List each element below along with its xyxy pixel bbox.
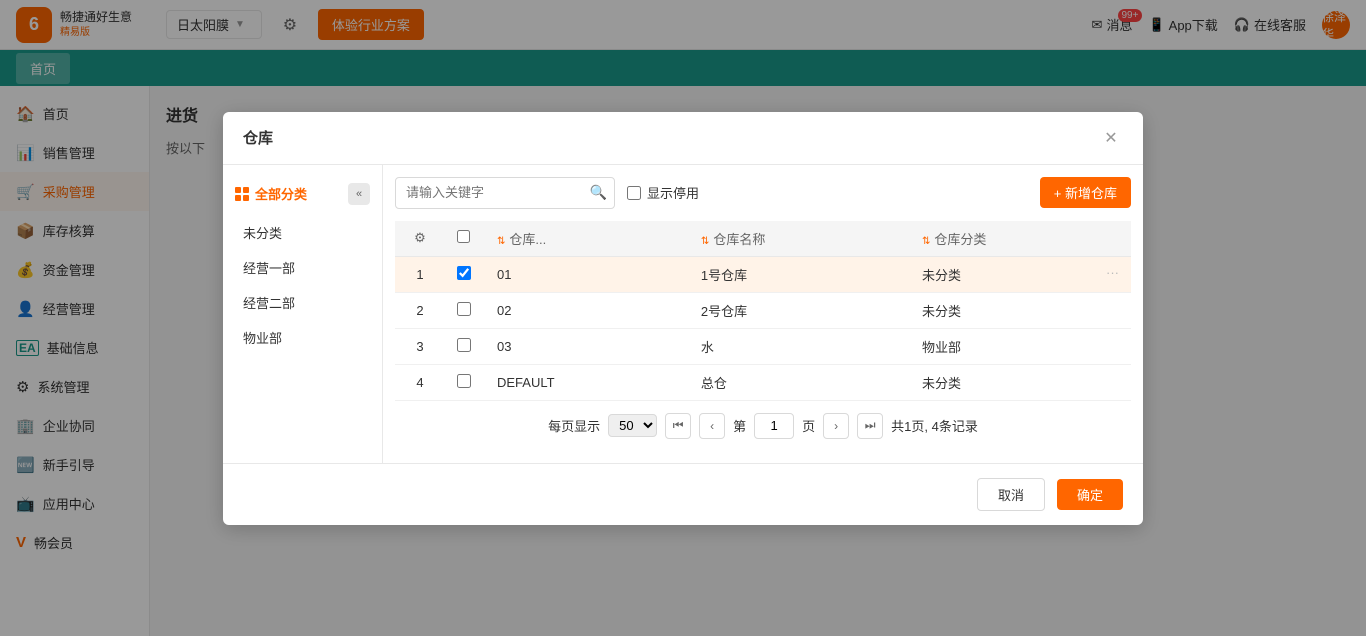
row-checkbox[interactable] (457, 266, 471, 280)
search-bar: 🔍 显示停用 + 新增仓库 (395, 177, 1131, 209)
row-number: 1 (395, 256, 445, 292)
category-panel: 全部分类 « 未分类 经营一部 经营二部 物业部 (223, 165, 383, 463)
table-row[interactable]: 4 DEFAULT 总仓 未分类 (395, 364, 1131, 400)
row-number: 3 (395, 328, 445, 364)
th-settings: ⚙ (395, 221, 445, 257)
per-page-select[interactable]: 50 (608, 414, 657, 437)
row-checkbox-cell (445, 256, 485, 292)
row-checkbox-cell (445, 292, 485, 328)
row-name: 1号仓库 (689, 256, 910, 292)
table-row[interactable]: 1 01 1号仓库 未分类··· (395, 256, 1131, 292)
warehouse-table-wrap: ⚙ ⇅仓库... ⇅仓库名称 ⇅仓库分类 1 01 1号仓库 未分类··· 2 (395, 221, 1131, 401)
th-name: ⇅仓库名称 (689, 221, 910, 257)
row-checkbox-cell (445, 328, 485, 364)
table-header-row: ⚙ ⇅仓库... ⇅仓库名称 ⇅仓库分类 (395, 221, 1131, 257)
modal-title: 仓库 (243, 127, 273, 148)
th-checkbox (445, 221, 485, 257)
search-input-wrap: 🔍 (395, 177, 615, 209)
collapse-panel-button[interactable]: « (348, 183, 370, 205)
row-checkbox[interactable] (457, 374, 471, 388)
show-disabled-label[interactable]: 显示停用 (627, 183, 699, 202)
search-input[interactable] (395, 177, 615, 209)
row-name: 水 (689, 328, 910, 364)
cancel-button[interactable]: 取消 (977, 478, 1045, 511)
warehouse-table: ⚙ ⇅仓库... ⇅仓库名称 ⇅仓库分类 1 01 1号仓库 未分类··· 2 (395, 221, 1131, 401)
row-code: 03 (485, 328, 689, 364)
category-item-dept1[interactable]: 经营一部 (223, 250, 382, 285)
row-category: 未分类··· (910, 256, 1131, 292)
prev-page-button[interactable]: ‹ (699, 413, 725, 439)
table-row[interactable]: 2 02 2号仓库 未分类 (395, 292, 1131, 328)
warehouse-list-panel: 🔍 显示停用 + 新增仓库 ⚙ (383, 165, 1143, 463)
category-item-dept2[interactable]: 经营二部 (223, 285, 382, 320)
search-icon[interactable]: 🔍 (590, 184, 607, 201)
th-code: ⇅仓库... (485, 221, 689, 257)
modal-close-button[interactable]: ✕ (1099, 126, 1123, 150)
row-action-dots[interactable]: ··· (1106, 265, 1119, 280)
add-warehouse-button[interactable]: + 新增仓库 (1040, 177, 1131, 208)
row-checkbox[interactable] (457, 302, 471, 316)
row-category: 未分类 (910, 364, 1131, 400)
sort-code-icon: ⇅ (497, 236, 505, 247)
page-number-input[interactable] (754, 413, 794, 439)
sort-category-icon: ⇅ (922, 236, 930, 247)
row-code: DEFAULT (485, 364, 689, 400)
row-number: 2 (395, 292, 445, 328)
row-name: 2号仓库 (689, 292, 910, 328)
confirm-button[interactable]: 确定 (1057, 479, 1123, 510)
th-category: ⇅仓库分类 (910, 221, 1131, 257)
grid-icon (235, 187, 249, 201)
table-row[interactable]: 3 03 水 物业部 (395, 328, 1131, 364)
warehouse-modal: 仓库 ✕ 全部分类 « 未分类 经营一部 经营二部 物业部 (223, 112, 1143, 525)
row-checkbox-cell (445, 364, 485, 400)
show-disabled-checkbox[interactable] (627, 186, 641, 200)
row-code: 01 (485, 256, 689, 292)
last-page-button[interactable]: ⏭ (857, 413, 883, 439)
category-header: 全部分类 « (223, 177, 382, 215)
row-checkbox[interactable] (457, 338, 471, 352)
modal-header: 仓库 ✕ (223, 112, 1143, 165)
select-all-checkbox[interactable] (457, 230, 470, 243)
all-categories-label[interactable]: 全部分类 (235, 184, 307, 203)
modal-overlay: 仓库 ✕ 全部分类 « 未分类 经营一部 经营二部 物业部 (0, 0, 1366, 636)
modal-body: 全部分类 « 未分类 经营一部 经营二部 物业部 🔍 (223, 165, 1143, 463)
next-page-button[interactable]: › (823, 413, 849, 439)
sort-name-icon: ⇅ (701, 236, 709, 247)
row-code: 02 (485, 292, 689, 328)
first-page-button[interactable]: ⏮ (665, 413, 691, 439)
row-number: 4 (395, 364, 445, 400)
category-item-unclassified[interactable]: 未分类 (223, 215, 382, 250)
row-category: 物业部 (910, 328, 1131, 364)
category-item-property[interactable]: 物业部 (223, 320, 382, 355)
pagination: 每页显示 50 ⏮ ‹ 第 页 › ⏭ 共1页, 4条记录 (395, 401, 1131, 451)
row-name: 总仓 (689, 364, 910, 400)
row-category: 未分类 (910, 292, 1131, 328)
column-settings-icon: ⚙ (414, 230, 426, 245)
modal-footer: 取消 确定 (223, 463, 1143, 525)
